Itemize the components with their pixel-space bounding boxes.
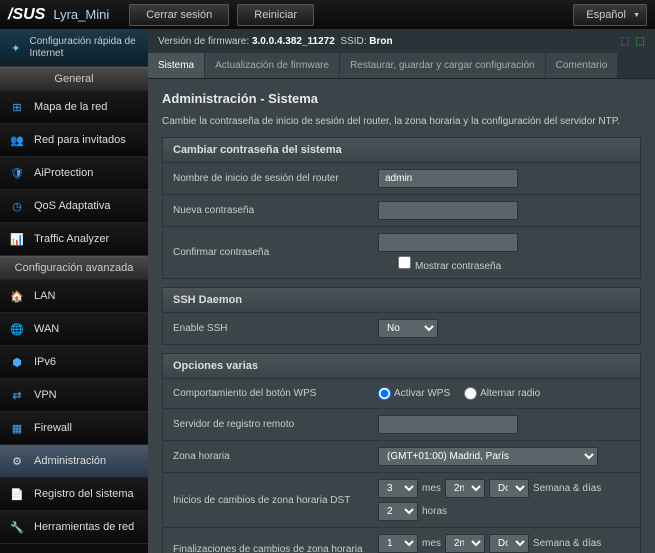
sidebar: ✦ Configuración rápida de Internet Gener… bbox=[0, 30, 148, 553]
vpn-icon: ⇄ bbox=[8, 386, 26, 404]
nav-network-map[interactable]: ⊞Mapa de la red bbox=[0, 91, 148, 124]
dst-end-month[interactable]: 1 bbox=[378, 534, 418, 553]
timezone-label: Zona horaria bbox=[173, 451, 378, 462]
chart-icon: 📊 bbox=[8, 230, 26, 248]
globe-icon: 🌐 bbox=[8, 320, 26, 338]
language-selector[interactable]: Español bbox=[573, 4, 647, 26]
section-advanced: Configuración avanzada bbox=[0, 256, 148, 280]
ssid-value: Bron bbox=[369, 36, 392, 47]
model-name: Lyra_Mini bbox=[53, 7, 109, 22]
log-icon: 📄 bbox=[8, 485, 26, 503]
dst-start-hour[interactable]: 2 bbox=[378, 502, 418, 521]
nav-ipv6[interactable]: ⬢IPv6 bbox=[0, 346, 148, 379]
nav-network-tools[interactable]: 🔧Herramientas de red bbox=[0, 511, 148, 544]
confirm-password-label: Confirmar contraseña bbox=[173, 247, 378, 258]
magic-wand-icon: ✦ bbox=[8, 38, 23, 58]
logout-button[interactable]: Cerrar sesión bbox=[129, 4, 229, 26]
tab-restore[interactable]: Restaurar, guardar y cargar configuració… bbox=[340, 53, 546, 78]
dst-end-day[interactable]: Dom bbox=[489, 534, 529, 553]
nav-wan[interactable]: 🌐WAN bbox=[0, 313, 148, 346]
dst-end-label: Finalizaciones de cambios de zona horari… bbox=[173, 544, 378, 553]
nav-traffic-analyzer[interactable]: 📊Traffic Analyzer bbox=[0, 223, 148, 256]
login-name-input[interactable] bbox=[378, 169, 518, 188]
show-password-label: Mostrar contraseña bbox=[415, 261, 501, 272]
group-misc-header: Opciones varias bbox=[162, 353, 641, 379]
shield-icon: 🛡 bbox=[8, 164, 26, 182]
dst-start-label: Inicios de cambios de zona horaria DST bbox=[173, 495, 378, 506]
house-icon: 🏠 bbox=[8, 287, 26, 305]
ipv6-icon: ⬢ bbox=[8, 353, 26, 371]
enable-ssh-label: Enable SSH bbox=[173, 323, 378, 334]
tabs: Sistema Actualización de firmware Restau… bbox=[148, 53, 655, 79]
dst-end-week[interactable]: 2nd bbox=[445, 534, 485, 553]
new-password-input[interactable] bbox=[378, 201, 518, 220]
firmware-bar: Versión de firmware: 3.0.0.4.382_11272 S… bbox=[148, 30, 655, 53]
quick-setup-button[interactable]: ✦ Configuración rápida de Internet bbox=[0, 30, 148, 67]
network-status-icon[interactable]: ⬚ bbox=[636, 36, 645, 47]
tab-feedback[interactable]: Comentario bbox=[546, 53, 619, 78]
section-general: General bbox=[0, 67, 148, 91]
new-password-label: Nueva contraseña bbox=[173, 205, 378, 216]
dst-start-month[interactable]: 3 bbox=[378, 479, 418, 498]
nav-system-log[interactable]: 📄Registro del sistema bbox=[0, 478, 148, 511]
usb-status-icon[interactable]: ⬚ bbox=[620, 36, 629, 47]
dst-start-week[interactable]: 2nd bbox=[445, 479, 485, 498]
enable-ssh-select[interactable]: No bbox=[378, 319, 438, 338]
guest-icon: 👥 bbox=[8, 131, 26, 149]
tools-icon: 🔧 bbox=[8, 518, 26, 536]
nav-lan[interactable]: 🏠LAN bbox=[0, 280, 148, 313]
nav-firewall[interactable]: ▦Firewall bbox=[0, 412, 148, 445]
quick-setup-label: Configuración rápida de Internet bbox=[29, 36, 140, 60]
timezone-select[interactable]: (GMT+01:00) Madrid, París bbox=[378, 447, 598, 466]
group-ssh-header: SSH Daemon bbox=[162, 287, 641, 313]
reboot-button[interactable]: Reiniciar bbox=[237, 4, 314, 26]
wps-toggle-radio-option[interactable]: Alternar radio bbox=[464, 387, 540, 400]
dst-start-day[interactable]: Dom bbox=[489, 479, 529, 498]
network-icon: ⊞ bbox=[8, 98, 26, 116]
confirm-password-input[interactable] bbox=[378, 233, 518, 252]
nav-guest-network[interactable]: 👥Red para invitados bbox=[0, 124, 148, 157]
show-password-checkbox[interactable] bbox=[398, 256, 411, 269]
page-title: Administración - Sistema bbox=[162, 91, 641, 106]
wps-behavior-label: Comportamiento del botón WPS bbox=[173, 388, 378, 399]
gauge-icon: ◷ bbox=[8, 197, 26, 215]
brand-logo: /SUS bbox=[8, 6, 45, 24]
wps-activate-option[interactable]: Activar WPS bbox=[378, 387, 450, 400]
nav-vpn[interactable]: ⇄VPN bbox=[0, 379, 148, 412]
remote-log-input[interactable] bbox=[378, 415, 518, 434]
nav-aiprotection[interactable]: 🛡AiProtection bbox=[0, 157, 148, 190]
content-area: Versión de firmware: 3.0.0.4.382_11272 S… bbox=[148, 30, 655, 553]
firmware-version: 3.0.0.4.382_11272 bbox=[252, 36, 335, 47]
firewall-icon: ▦ bbox=[8, 419, 26, 437]
nav-administration[interactable]: ⚙Administración bbox=[0, 445, 148, 478]
tab-system[interactable]: Sistema bbox=[148, 53, 205, 78]
login-name-label: Nombre de inicio de sesión del router bbox=[173, 173, 378, 184]
page-description: Cambie la contraseña de inicio de sesión… bbox=[162, 116, 641, 127]
nav-qos[interactable]: ◷QoS Adaptativa bbox=[0, 190, 148, 223]
gear-icon: ⚙ bbox=[8, 452, 26, 470]
group-password-header: Cambiar contraseña del sistema bbox=[162, 137, 641, 163]
tab-firmware-upgrade[interactable]: Actualización de firmware bbox=[205, 53, 340, 78]
remote-log-label: Servidor de registro remoto bbox=[173, 419, 378, 430]
